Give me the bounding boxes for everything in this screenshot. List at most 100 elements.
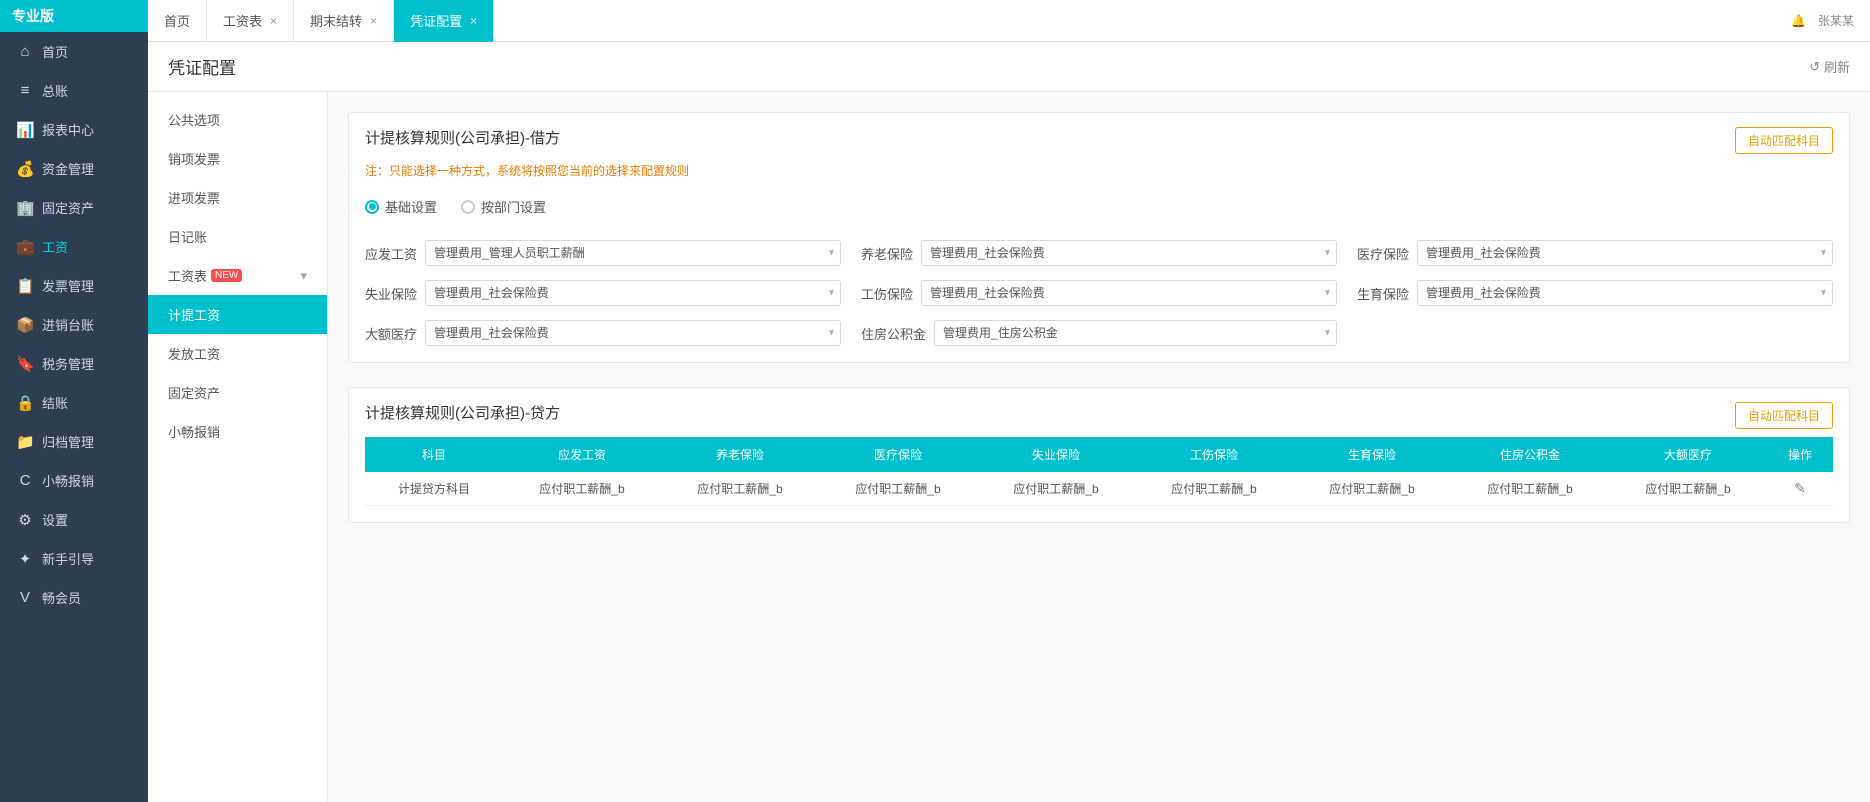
td-action[interactable]: ✎ — [1767, 472, 1833, 506]
th-yiliao: 医疗保险 — [819, 437, 977, 472]
sidebar-item-guide[interactable]: ✦ 新手引导 — [0, 539, 148, 578]
tab-payroll[interactable]: 工资表 × — [207, 0, 294, 42]
archive-icon: 📁 — [16, 433, 34, 451]
credit-section-header: 计提核算规则(公司承担)-贷方 自动匹配科目 — [349, 388, 1849, 437]
debit-form-grid: 应发工资 管理费用_管理人员职工薪酬 ▾ 养老保险 管理费用_社会保险费 — [349, 232, 1849, 362]
debit-section: 计提核算规则(公司承担)-借方 自动匹配科目 注：只能选择一种方式，系统将按照您… — [348, 112, 1850, 363]
debit-notice: 注：只能选择一种方式，系统将按照您当前的选择来配置规则 — [349, 162, 1849, 189]
left-nav-payroll-table[interactable]: 工资表 NEW ▾ — [148, 256, 327, 295]
main-area: 首页 工资表 × 期末结转 × 凭证配置 × 🔔 张某某 凭证配置 ↺ 刷新 — [148, 0, 1870, 802]
tab-period-close-close[interactable]: × — [370, 14, 377, 28]
sidebar-item-member[interactable]: V 畅会员 — [0, 578, 148, 617]
salary-icon: 💼 — [16, 238, 34, 256]
sidebar-item-ledger[interactable]: ≡ 总账 — [0, 71, 148, 110]
left-nav-pay-wage[interactable]: 发放工资 — [148, 334, 327, 373]
sidebar-item-home[interactable]: ⌂ 首页 — [0, 32, 148, 71]
form-select-dayiliao[interactable]: 管理费用_社会保险费 — [425, 320, 841, 346]
user-area: 🔔 — [1791, 14, 1806, 28]
tax-icon: 🔖 — [16, 355, 34, 373]
radio-group: 基础设置 按部门设置 — [349, 189, 1849, 232]
th-dayiliao: 大额医疗 — [1609, 437, 1767, 472]
form-label-gongjijin: 住房公积金 — [861, 324, 926, 343]
guide-icon: ✦ — [16, 550, 34, 568]
left-nav-calc-wage[interactable]: 计提工资 — [148, 295, 327, 334]
new-badge: NEW — [211, 269, 242, 282]
radio-dept[interactable]: 按部门设置 — [461, 197, 546, 216]
form-label-shengyu: 生育保险 — [1357, 284, 1409, 303]
invoice-icon: 📋 — [16, 277, 34, 295]
table-header-row: 科目 应发工资 养老保险 医疗保险 失业保险 工伤保险 生育保险 住房公积金 大… — [365, 437, 1833, 472]
form-select-shiye-wrapper: 管理费用_社会保险费 ▾ — [425, 280, 841, 306]
debit-section-title: 计提核算规则(公司承担)-借方 — [365, 127, 560, 148]
form-item-yingfa: 应发工资 管理费用_管理人员职工薪酬 ▾ — [365, 240, 841, 266]
sidebar-item-salary[interactable]: 💼 工资 — [0, 227, 148, 266]
form-select-yingfa[interactable]: 管理费用_管理人员职工薪酬 — [425, 240, 841, 266]
sidebar-item-settings[interactable]: ⚙ 设置 — [0, 500, 148, 539]
sidebar-item-xiaochang[interactable]: C 小畅报销 — [0, 461, 148, 500]
tab-home[interactable]: 首页 — [148, 0, 207, 42]
form-select-dayiliao-wrapper: 管理费用_社会保险费 ▾ — [425, 320, 841, 346]
left-nav-purchase-invoice[interactable]: 进项发票 — [148, 178, 327, 217]
sidebar-item-reports[interactable]: 📊 报表中心 — [0, 110, 148, 149]
table-row: 计提贷方科目 应付职工薪酬_b 应付职工薪酬_b 应付职工薪酬_b 应付职工薪酬… — [365, 472, 1833, 506]
form-item-shengyu: 生育保险 管理费用_社会保险费 ▾ — [1357, 280, 1833, 306]
settings-icon: ⚙ — [16, 511, 34, 529]
form-select-yingfa-wrapper: 管理费用_管理人员职工薪酬 ▾ — [425, 240, 841, 266]
left-nav-fixed-assets[interactable]: 固定资产 — [148, 373, 327, 412]
tab-period-close[interactable]: 期末结转 × — [294, 0, 394, 42]
ledger-icon: ≡ — [16, 82, 34, 99]
left-nav-journal[interactable]: 日记账 — [148, 217, 327, 256]
form-item-yiliao: 医疗保险 管理费用_社会保险费 ▾ — [1357, 240, 1833, 266]
edit-icon[interactable]: ✎ — [1794, 480, 1806, 496]
form-select-yanglao[interactable]: 管理费用_社会保险费 — [921, 240, 1337, 266]
form-label-yingfa: 应发工资 — [365, 244, 417, 263]
form-select-shengyu[interactable]: 管理费用_社会保险费 — [1417, 280, 1833, 306]
form-select-gongshang-wrapper: 管理费用_社会保险费 ▾ — [921, 280, 1337, 306]
left-nav: 公共选项 销项发票 进项发票 日记账 工资表 NEW ▾ 计提工资 发放工资 — [148, 92, 328, 802]
app-name: 专业版 — [0, 0, 148, 32]
reports-icon: 📊 — [16, 121, 34, 139]
sidebar-item-tax[interactable]: 🔖 税务管理 — [0, 344, 148, 383]
form-select-gongjijin-wrapper: 管理费用_住房公积金 ▾ — [934, 320, 1337, 346]
sidebar-item-assets[interactable]: 🏢 固定资产 — [0, 188, 148, 227]
form-item-shiye: 失业保险 管理费用_社会保险费 ▾ — [365, 280, 841, 306]
tab-voucher-config-close[interactable]: × — [470, 14, 477, 28]
radio-basic[interactable]: 基础设置 — [365, 197, 437, 216]
th-yanglao: 养老保险 — [661, 437, 819, 472]
refresh-button[interactable]: ↺ 刷新 — [1809, 57, 1850, 76]
sidebar-item-archive[interactable]: 📁 归档管理 — [0, 422, 148, 461]
form-select-shiye[interactable]: 管理费用_社会保险费 — [425, 280, 841, 306]
credit-section: 计提核算规则(公司承担)-贷方 自动匹配科目 科目 应发工资 养老保险 医疗保险… — [348, 387, 1850, 523]
form-label-yiliao: 医疗保险 — [1357, 244, 1409, 263]
td-dayiliao: 应付职工薪酬_b — [1609, 472, 1767, 506]
credit-table-wrapper: 科目 应发工资 养老保险 医疗保险 失业保险 工伤保险 生育保险 住房公积金 大… — [365, 437, 1833, 506]
form-select-gongjijin[interactable]: 管理费用_住房公积金 — [934, 320, 1337, 346]
debit-auto-match-button[interactable]: 自动匹配科目 — [1735, 127, 1833, 154]
sidebar-item-inventory[interactable]: 📦 进销台账 — [0, 305, 148, 344]
form-select-yanglao-wrapper: 管理费用_社会保险费 ▾ — [921, 240, 1337, 266]
tab-payroll-close[interactable]: × — [270, 14, 277, 28]
form-select-gongshang[interactable]: 管理费用_社会保险费 — [921, 280, 1337, 306]
th-shiye: 失业保险 — [977, 437, 1135, 472]
left-nav-sales-invoice[interactable]: 销项发票 — [148, 139, 327, 178]
th-shengyu: 生育保险 — [1293, 437, 1451, 472]
left-nav-petty-cash[interactable]: 小畅报销 — [148, 412, 327, 451]
form-item-dayiliao: 大额医疗 管理费用_社会保险费 ▾ — [365, 320, 841, 346]
left-nav-public-options[interactable]: 公共选项 — [148, 100, 327, 139]
td-shengyu: 应付职工薪酬_b — [1293, 472, 1451, 506]
form-label-dayiliao: 大额医疗 — [365, 324, 417, 343]
form-label-gongshang: 工伤保险 — [861, 284, 913, 303]
xiaochang-icon: C — [16, 472, 34, 489]
sidebar-item-invoice[interactable]: 📋 发票管理 — [0, 266, 148, 305]
sidebar: 专业版 ⌂ 首页 ≡ 总账 📊 报表中心 💰 资金管理 🏢 固定资产 💼 工资 … — [0, 0, 148, 802]
sidebar-item-closing[interactable]: 🔒 结账 — [0, 383, 148, 422]
credit-table: 科目 应发工资 养老保险 医疗保险 失业保险 工伤保险 生育保险 住房公积金 大… — [365, 437, 1833, 506]
tab-voucher-config[interactable]: 凭证配置 × — [394, 0, 494, 42]
credit-auto-match-button[interactable]: 自动匹配科目 — [1735, 402, 1833, 429]
form-label-shiye: 失业保险 — [365, 284, 417, 303]
sidebar-item-finance[interactable]: 💰 资金管理 — [0, 149, 148, 188]
page-title: 凭证配置 — [168, 54, 236, 79]
form-select-yiliao[interactable]: 管理费用_社会保险费 — [1417, 240, 1833, 266]
inventory-icon: 📦 — [16, 316, 34, 334]
user-name: 张某某 — [1818, 12, 1854, 29]
